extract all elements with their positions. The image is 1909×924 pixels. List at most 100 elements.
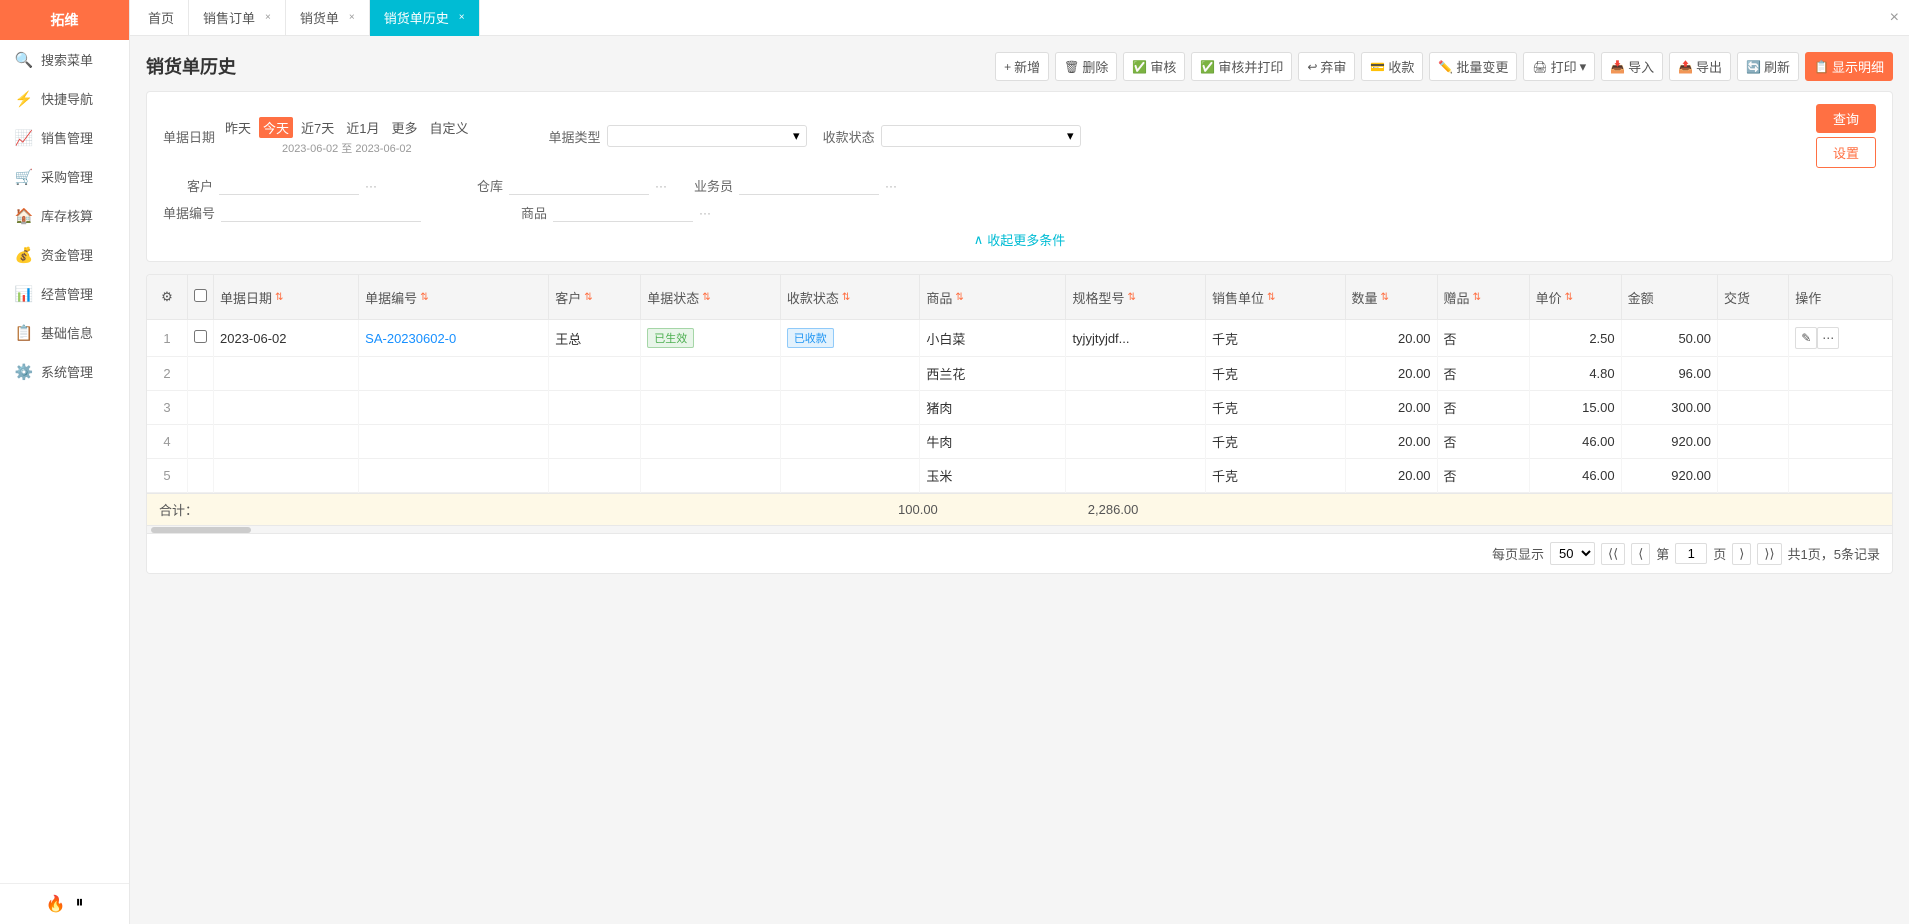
th-doc-num-sort[interactable]: 单据编号 ⇅ bbox=[365, 288, 542, 307]
action-edit-button[interactable]: ✎ bbox=[1795, 327, 1817, 349]
th-transaction-label: 交货 bbox=[1724, 291, 1750, 306]
page-number-input[interactable] bbox=[1675, 543, 1707, 564]
finance-icon: 💰 bbox=[15, 246, 33, 264]
show-detail-button[interactable]: 📋 显示明细 bbox=[1805, 52, 1893, 81]
doc-num-label: 单据编号 bbox=[163, 203, 215, 222]
th-gift-sort[interactable]: 赠品 ⇅ bbox=[1444, 288, 1523, 307]
sidebar-item-inventory[interactable]: 🏠 库存核算 bbox=[0, 196, 129, 235]
abandon-button[interactable]: ↩ 弃审 bbox=[1298, 52, 1355, 81]
horizontal-scrollbar[interactable] bbox=[147, 525, 1892, 533]
sidebar-bottom-icon1[interactable]: 🔥 bbox=[46, 894, 66, 914]
row-checkbox[interactable] bbox=[194, 330, 207, 343]
sort-icon: ⇅ bbox=[702, 292, 710, 303]
sidebar-item-basic-info[interactable]: 📋 基础信息 bbox=[0, 313, 129, 352]
refresh-button[interactable]: 🔄 刷新 bbox=[1737, 52, 1799, 81]
tab-sales-history[interactable]: 销货单历史 × bbox=[370, 0, 480, 36]
th-sales-unit: 销售单位 ⇅ bbox=[1205, 275, 1345, 320]
th-amount-label: 金额 bbox=[1628, 291, 1654, 306]
tab-sales-history-close[interactable]: × bbox=[459, 12, 465, 23]
per-page-select[interactable]: 50 bbox=[1550, 542, 1595, 565]
date-tab-1month[interactable]: 近1月 bbox=[342, 117, 383, 138]
sidebar-item-operations[interactable]: 📊 经营管理 bbox=[0, 274, 129, 313]
collect-status-select[interactable]: ▾ bbox=[881, 125, 1081, 147]
warehouse-label: 仓库 bbox=[453, 176, 503, 195]
th-doc-date: 单据日期 ⇅ bbox=[214, 275, 359, 320]
th-actions-label: 操作 bbox=[1795, 291, 1821, 306]
set-button[interactable]: 设置 bbox=[1816, 137, 1876, 168]
sidebar-item-finance[interactable]: 💰 资金管理 bbox=[0, 235, 129, 274]
th-sales-unit-sort[interactable]: 销售单位 ⇅ bbox=[1212, 288, 1339, 307]
last-page-button[interactable]: ⟩⟩ bbox=[1757, 543, 1781, 565]
th-sales-unit-label: 销售单位 bbox=[1212, 288, 1264, 307]
doc-type-select[interactable]: ▾ bbox=[607, 125, 807, 147]
cell-doc-date: 2023-06-02 bbox=[214, 320, 359, 357]
cell-doc-status bbox=[641, 357, 781, 391]
th-product-sort[interactable]: 商品 ⇅ bbox=[926, 288, 1059, 307]
review-print-button[interactable]: ✅ 审核并打印 bbox=[1191, 52, 1292, 81]
th-unit-price: 单价 ⇅ bbox=[1529, 275, 1621, 320]
date-tab-more[interactable]: 更多 bbox=[388, 117, 422, 138]
cell-collect-status: 已收款 bbox=[780, 320, 920, 357]
export-button[interactable]: 📤 导出 bbox=[1669, 52, 1731, 81]
th-spec-type-sort[interactable]: 规格型号 ⇅ bbox=[1072, 288, 1199, 307]
import-button[interactable]: 📥 导入 bbox=[1601, 52, 1663, 81]
prev-page-button[interactable]: ⟨ bbox=[1631, 543, 1650, 565]
batch-change-button[interactable]: ✏️ 批量变更 bbox=[1429, 52, 1517, 81]
print-button[interactable]: 🖨 打印 ▾ bbox=[1523, 52, 1595, 81]
tab-home[interactable]: 首页 bbox=[140, 0, 189, 36]
cell-spec-type: tyjyjtyjdf... bbox=[1066, 320, 1206, 357]
sidebar-item-system[interactable]: ⚙️ 系统管理 bbox=[0, 352, 129, 391]
tab-sales-delivery[interactable]: 销货单 × bbox=[286, 0, 370, 36]
product-more-icon[interactable]: ··· bbox=[699, 206, 711, 220]
scroll-thumb[interactable] bbox=[151, 527, 251, 533]
sidebar-item-purchase-mgmt[interactable]: 🛒 采购管理 bbox=[0, 157, 129, 196]
warehouse-input[interactable] bbox=[509, 176, 649, 195]
tab-bar-close-button[interactable]: × bbox=[1890, 9, 1899, 27]
th-doc-status-sort[interactable]: 单据状态 ⇅ bbox=[647, 288, 774, 307]
date-tab-custom[interactable]: 自定义 bbox=[426, 117, 473, 138]
select-all-checkbox[interactable] bbox=[194, 289, 207, 302]
doc-num-input[interactable] bbox=[221, 203, 421, 222]
th-doc-date-sort[interactable]: 单据日期 ⇅ bbox=[220, 288, 352, 307]
next-page-button[interactable]: ⟩ bbox=[1732, 543, 1751, 565]
cell-sales-unit: 千克 bbox=[1205, 357, 1345, 391]
date-tab-7days[interactable]: 近7天 bbox=[297, 117, 338, 138]
date-tab-today[interactable]: 今天 bbox=[259, 117, 293, 138]
query-button[interactable]: 查询 bbox=[1816, 104, 1876, 133]
tab-sales-order-close[interactable]: × bbox=[265, 12, 271, 23]
delete-button[interactable]: 🗑 删除 bbox=[1055, 52, 1117, 81]
new-button[interactable]: + 新增 bbox=[995, 52, 1049, 81]
cell-doc-date bbox=[214, 391, 359, 425]
collapse-button[interactable]: ∧ 收起更多条件 bbox=[163, 230, 1876, 249]
review-button[interactable]: ✅ 审核 bbox=[1123, 52, 1185, 81]
date-tab-yesterday[interactable]: 昨天 bbox=[221, 117, 255, 138]
cell-actions: ✎⋯ bbox=[1789, 320, 1892, 357]
salesperson-more-icon[interactable]: ··· bbox=[885, 179, 897, 193]
doc-num-link[interactable]: SA-20230602-0 bbox=[365, 331, 456, 346]
sidebar-item-sales-mgmt[interactable]: 📈 销售管理 bbox=[0, 118, 129, 157]
th-customer-sort[interactable]: 客户 ⇅ bbox=[555, 288, 634, 307]
th-collect-status-sort[interactable]: 收款状态 ⇅ bbox=[787, 288, 914, 307]
tab-sales-delivery-close[interactable]: × bbox=[349, 12, 355, 23]
collect-button[interactable]: 💳 收款 bbox=[1361, 52, 1423, 81]
th-qty-label: 数量 bbox=[1352, 288, 1378, 307]
table-settings-icon[interactable]: ⚙ bbox=[153, 283, 181, 311]
th-unit-price-sort[interactable]: 单价 ⇅ bbox=[1536, 288, 1615, 307]
sidebar-bottom-icon2[interactable]: ⏸ bbox=[75, 894, 83, 914]
cell-transaction bbox=[1718, 391, 1789, 425]
action-more-button[interactable]: ⋯ bbox=[1817, 327, 1839, 349]
product-input[interactable] bbox=[553, 203, 693, 222]
salesperson-input[interactable] bbox=[739, 176, 879, 195]
warehouse-more-icon[interactable]: ··· bbox=[655, 179, 667, 193]
sidebar-item-search-menu[interactable]: 🔍 搜索菜单 bbox=[0, 40, 129, 79]
purchase-mgmt-icon: 🛒 bbox=[15, 168, 33, 186]
sidebar-item-quick-nav[interactable]: ⚡ 快捷导航 bbox=[0, 79, 129, 118]
doc-type-dropdown-icon: ▾ bbox=[793, 128, 800, 144]
customer-input[interactable] bbox=[219, 176, 359, 195]
th-qty-sort[interactable]: 数量 ⇅ bbox=[1352, 288, 1431, 307]
tab-sales-order[interactable]: 销售订单 × bbox=[189, 0, 286, 36]
sidebar-logo: 拓维 bbox=[0, 0, 129, 40]
customer-more-icon[interactable]: ··· bbox=[365, 179, 377, 193]
first-page-button[interactable]: ⟨⟨ bbox=[1601, 543, 1625, 565]
cell-collect-status bbox=[780, 425, 920, 459]
